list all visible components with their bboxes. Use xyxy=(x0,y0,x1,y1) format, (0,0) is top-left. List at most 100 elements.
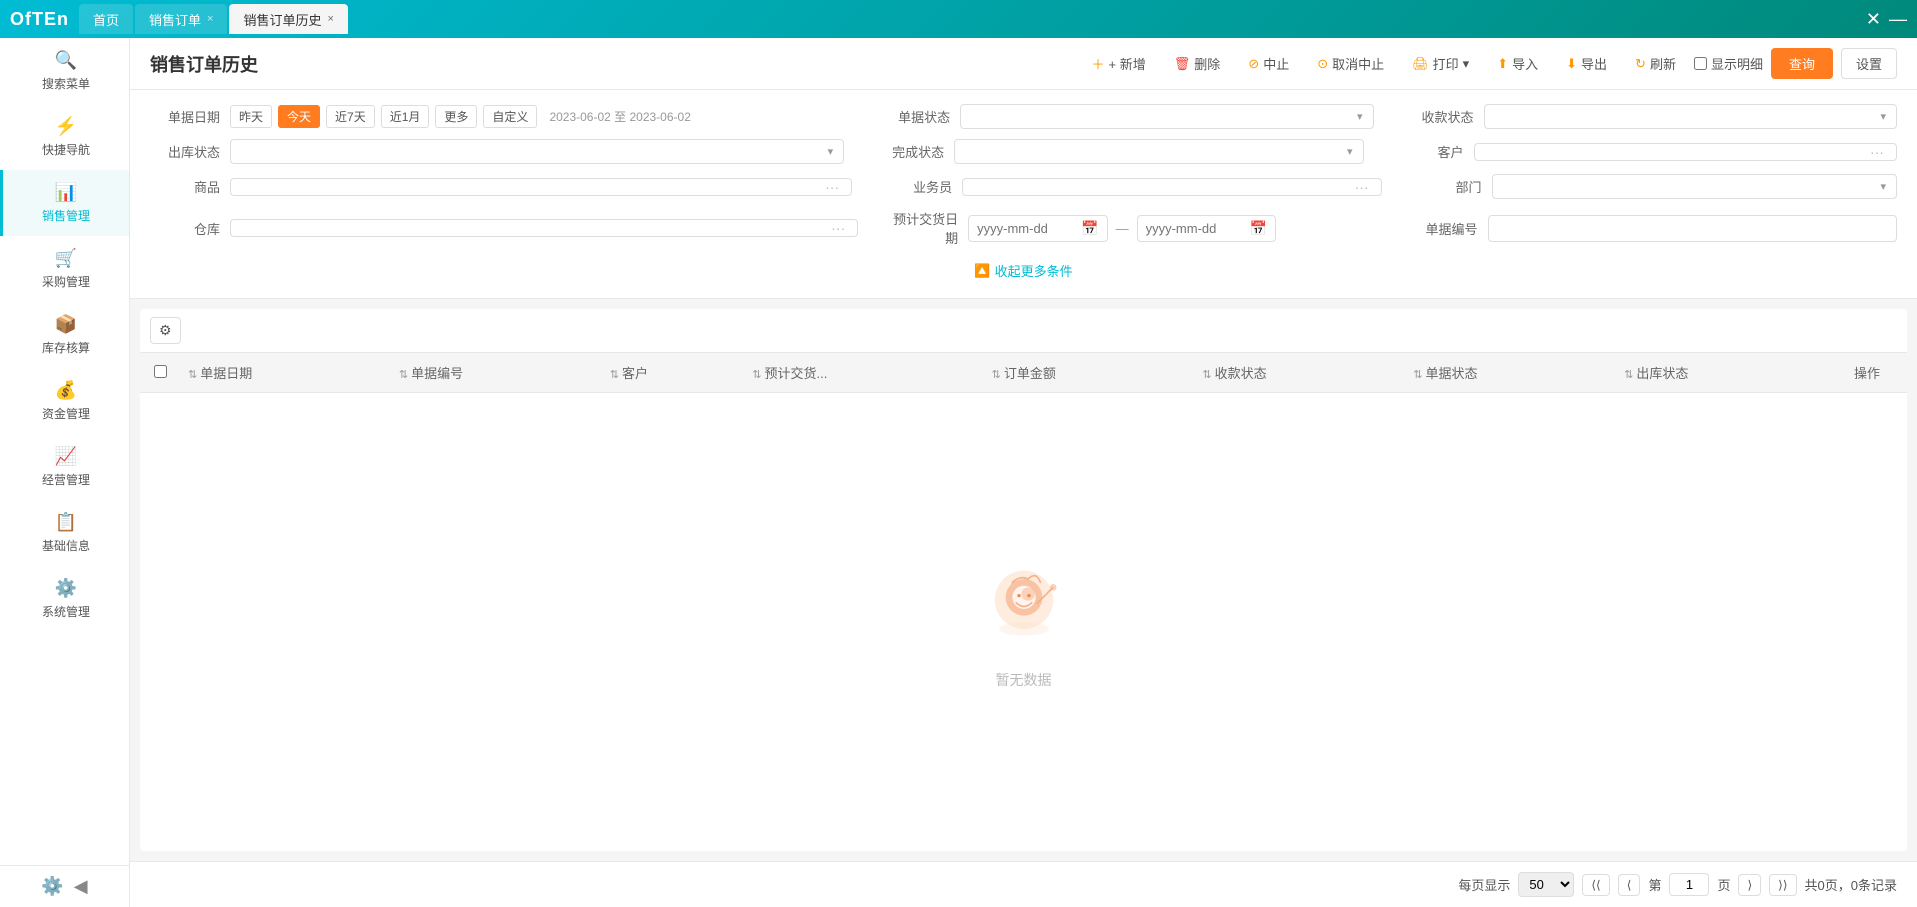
delete-button[interactable]: 🗑 删除 xyxy=(1164,49,1231,78)
receipt-status-control: ▾ xyxy=(1484,104,1897,129)
collapse-label: 收起更多条件 xyxy=(995,261,1073,280)
collapse-sidebar-icon[interactable]: ◀ xyxy=(74,876,88,897)
first-page-btn[interactable]: ⟨⟨ xyxy=(1582,874,1609,896)
bill-status-arrow: ▾ xyxy=(1357,110,1363,123)
dept-label: 部门 xyxy=(1412,177,1492,196)
collapse-button[interactable]: 🔼 收起更多条件 xyxy=(150,257,1897,284)
date-dash: — xyxy=(1112,221,1133,236)
query-button[interactable]: 查询 xyxy=(1771,48,1833,79)
import-button[interactable]: ⬆ 导入 xyxy=(1487,49,1548,78)
stop-button[interactable]: ⊘ 中止 xyxy=(1238,49,1299,78)
complete-status-select[interactable]: ▾ xyxy=(954,139,1363,164)
out-status-control: ▾ xyxy=(230,139,844,164)
out-status-label: 出库状态 xyxy=(150,142,230,161)
header-date[interactable]: 单据日期 xyxy=(180,353,391,393)
search-icon: 🔍 xyxy=(55,50,77,71)
settings-bottom-icon[interactable]: ⚙️ xyxy=(41,876,63,897)
import-icon: ⬆ xyxy=(1497,56,1508,72)
goods-label: 商品 xyxy=(150,177,230,196)
out-status-select[interactable]: ▾ xyxy=(230,139,844,164)
warehouse-ellipsis-btn[interactable]: ··· xyxy=(825,220,851,236)
show-detail-checkbox[interactable] xyxy=(1694,57,1707,70)
sidebar-item-quick-nav[interactable]: ⚡ 快捷导航 xyxy=(0,104,129,170)
print-button[interactable]: 🖨 打印 ▾ xyxy=(1402,49,1479,78)
receipt-status-select[interactable]: ▾ xyxy=(1484,104,1897,129)
out-status-arrow: ▾ xyxy=(828,145,834,158)
expected-date-end[interactable] xyxy=(1146,221,1246,236)
page-size-select[interactable]: 50 10 20 100 xyxy=(1518,872,1574,897)
tab-sales-order[interactable]: 销售订单 × xyxy=(135,4,227,34)
customer-control: ··· xyxy=(1474,143,1897,161)
warehouse-label: 仓库 xyxy=(150,219,230,238)
dept-select[interactable]: ▾ xyxy=(1492,174,1897,199)
delete-icon: 🗑 xyxy=(1174,56,1191,72)
complete-status-label: 完成状态 xyxy=(874,142,954,161)
refresh-icon: ↻ xyxy=(1635,56,1646,72)
tab-sales-order-close[interactable]: × xyxy=(207,13,213,25)
setting-button[interactable]: 设置 xyxy=(1841,48,1897,79)
bill-no-control xyxy=(1488,215,1897,242)
sidebar-item-finance[interactable]: 💰 资金管理 xyxy=(0,368,129,434)
header-expected[interactable]: 预计交货... xyxy=(744,353,983,393)
date-more-btn[interactable]: 更多 xyxy=(435,105,477,128)
page-title: 销售订单历史 xyxy=(150,51,258,77)
sidebar-item-search[interactable]: 🔍 搜索菜单 xyxy=(0,38,129,104)
date-custom-btn[interactable]: 自定义 xyxy=(483,105,537,128)
goods-ellipsis-btn[interactable]: ··· xyxy=(819,179,845,195)
prev-page-btn[interactable]: ⟨ xyxy=(1618,874,1641,896)
export-button[interactable]: ⬇ 导出 xyxy=(1556,49,1617,78)
date-yesterday-btn[interactable]: 昨天 xyxy=(230,105,272,128)
column-settings-button[interactable]: ⚙ xyxy=(150,317,181,344)
select-all-checkbox[interactable] xyxy=(154,365,167,378)
date-filter-control: 昨天 今天 近7天 近1月 更多 自定义 2023-06-02 至 2023-0… xyxy=(230,105,850,128)
date-7days-btn[interactable]: 近7天 xyxy=(326,105,375,128)
purchase-icon: 🛒 xyxy=(55,248,77,269)
sidebar-item-basic-info[interactable]: 📋 基础信息 xyxy=(0,500,129,566)
customer-ellipsis-btn[interactable]: ··· xyxy=(1864,144,1890,160)
sidebar-item-operations[interactable]: 📈 经营管理 xyxy=(0,434,129,500)
tab-bar: 首页 销售订单 × 销售订单历史 × xyxy=(79,4,1866,34)
show-detail-label: 显示明细 xyxy=(1694,54,1763,73)
salesman-control: ··· xyxy=(962,178,1381,196)
inventory-icon: 📦 xyxy=(55,314,77,335)
tab-home[interactable]: 首页 xyxy=(79,4,133,34)
salesman-ellipsis-btn[interactable]: ··· xyxy=(1349,179,1375,195)
last-page-btn[interactable]: ⟩⟩ xyxy=(1769,874,1796,896)
system-icon: ⚙️ xyxy=(55,578,77,599)
bill-status-control: ▾ xyxy=(960,104,1373,129)
refresh-button[interactable]: ↻ 刷新 xyxy=(1625,49,1686,78)
sidebar-item-sales[interactable]: 📊 销售管理 xyxy=(0,170,129,236)
expected-date-label: 预计交货日期 xyxy=(888,209,968,247)
tab-sales-order-history[interactable]: 销售订单历史 × xyxy=(229,4,347,34)
bill-status-select[interactable]: ▾ xyxy=(960,104,1373,129)
date-today-btn[interactable]: 今天 xyxy=(278,105,320,128)
expected-date-start[interactable] xyxy=(977,221,1077,236)
header-receipt-status[interactable]: 收款状态 xyxy=(1194,353,1405,393)
header-bill-status[interactable]: 单据状态 xyxy=(1405,353,1616,393)
header-no[interactable]: 单据编号 xyxy=(391,353,602,393)
sidebar-item-quick-nav-label: 快捷导航 xyxy=(42,141,90,158)
filter-row-1: 单据日期 昨天 今天 近7天 近1月 更多 自定义 2023-06-02 至 2… xyxy=(150,104,1897,129)
dept-arrow: ▾ xyxy=(1880,180,1886,193)
table-header-row: 单据日期 单据编号 客户 预计交货... 订单金额 xyxy=(140,353,1907,393)
sidebar-item-purchase[interactable]: 🛒 采购管理 xyxy=(0,236,129,302)
cancel-stop-button[interactable]: ⊙ 取消中止 xyxy=(1307,49,1394,78)
date-1month-btn[interactable]: 近1月 xyxy=(381,105,430,128)
next-page-btn[interactable]: ⟩ xyxy=(1738,874,1761,896)
tab-sales-order-history-close[interactable]: × xyxy=(327,13,333,25)
expected-date-start-cal-icon[interactable]: 📅 xyxy=(1081,220,1098,237)
top-bar-minimize-icon[interactable]: — xyxy=(1889,9,1907,30)
header-out-status[interactable]: 出库状态 xyxy=(1616,353,1827,393)
bill-no-input[interactable] xyxy=(1488,215,1897,242)
top-bar-close-icon[interactable]: ✕ xyxy=(1866,9,1881,30)
expected-date-end-cal-icon[interactable]: 📅 xyxy=(1250,220,1267,237)
header-action: 操作 xyxy=(1827,353,1907,393)
sidebar-item-system[interactable]: ⚙️ 系统管理 xyxy=(0,566,129,632)
basic-info-icon: 📋 xyxy=(55,512,77,533)
page-input[interactable] xyxy=(1669,873,1709,896)
new-button[interactable]: ＋ + 新增 xyxy=(1082,49,1156,78)
header-amount[interactable]: 订单金额 xyxy=(984,353,1195,393)
header-customer[interactable]: 客户 xyxy=(602,353,745,393)
receipt-status-arrow: ▾ xyxy=(1880,110,1886,123)
sidebar-item-inventory[interactable]: 📦 库存核算 xyxy=(0,302,129,368)
